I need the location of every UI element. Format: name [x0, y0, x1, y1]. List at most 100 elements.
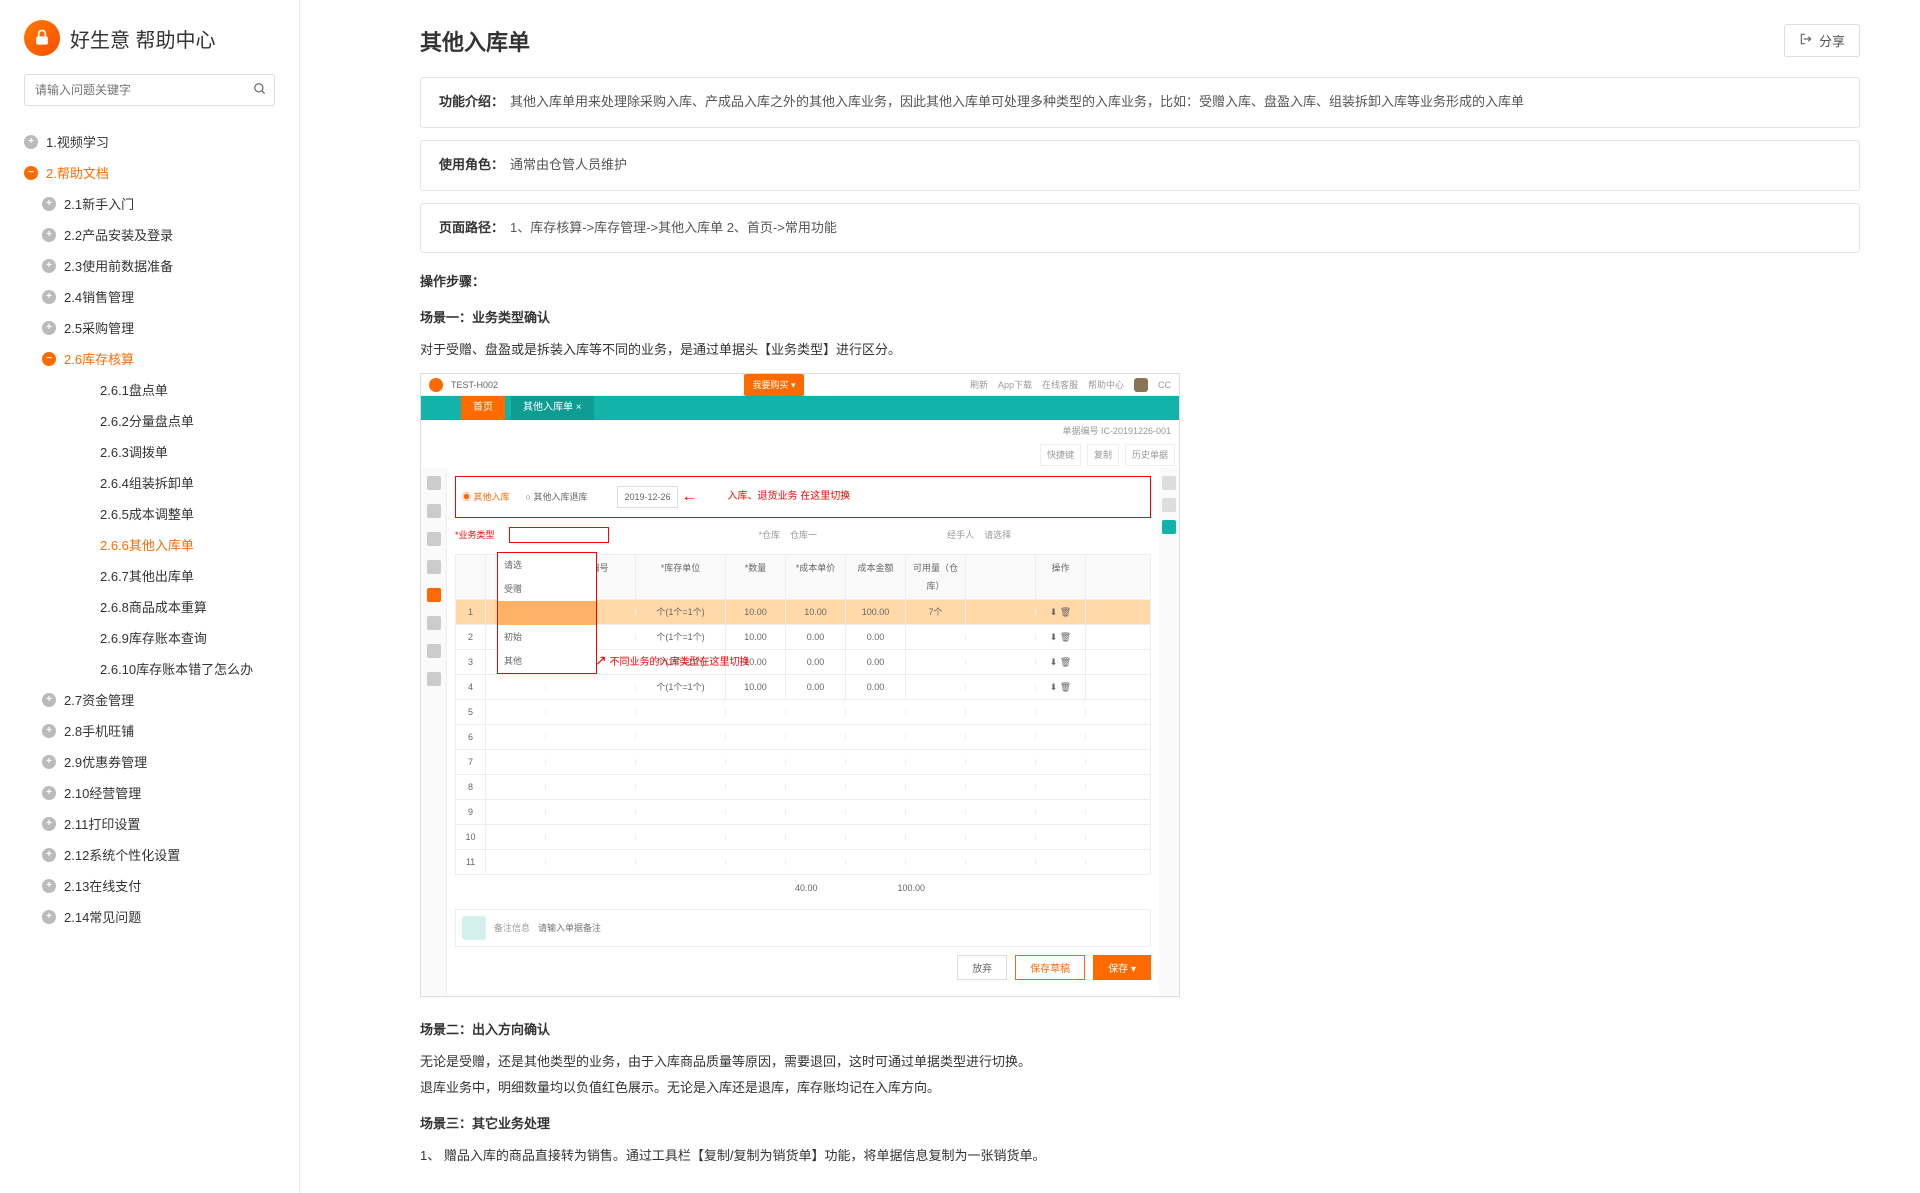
nav-item[interactable]: −2.帮助文档 [24, 157, 275, 188]
nav-item[interactable]: +2.4销售管理 [24, 281, 275, 312]
ss-td [546, 809, 636, 815]
nav-item[interactable]: +2.6.1盘点单 [24, 374, 275, 405]
brand-title: 好生意 帮助中心 [70, 24, 216, 53]
share-button[interactable]: 分享 [1784, 24, 1860, 57]
ss-td: 7个 [906, 600, 966, 624]
nav-item[interactable]: +2.9优惠券管理 [24, 746, 275, 777]
nav-item-label: 1.视频学习 [46, 132, 109, 151]
nav-item-label: 2.6.2分量盘点单 [100, 411, 194, 430]
ss-td [486, 759, 546, 765]
ss-td [846, 809, 906, 815]
nav-item[interactable]: +2.7资金管理 [24, 684, 275, 715]
nav-item[interactable]: +2.13在线支付 [24, 870, 275, 901]
nav-item-label: 2.6库存核算 [64, 349, 134, 368]
ss-tool: 快捷键 [1040, 444, 1081, 466]
nav-item[interactable]: −2.6库存核算 [24, 343, 275, 374]
plus-icon: + [42, 693, 56, 707]
nav-item[interactable]: +2.6.9库存账本查询 [24, 622, 275, 653]
ss-td [546, 734, 636, 740]
nav-item[interactable]: +2.8手机旺铺 [24, 715, 275, 746]
ss-td: 7 [456, 750, 486, 774]
ss-th: *库存单位 [636, 555, 726, 599]
ss-td: ⬇ 🗑 [1036, 600, 1086, 624]
ss-biztype-label: *业务类型 [455, 526, 495, 544]
ss-td: 3 [456, 650, 486, 674]
scenario2-text2: 退库业务中，明细数量均以负值红色展示。无论是入库还是退库，库存账均记在入库方向。 [420, 1075, 1860, 1101]
ss-td: 0.00 [846, 625, 906, 649]
ss-top-link: 在线客服 [1042, 376, 1078, 394]
ss-td [846, 834, 906, 840]
nav-item[interactable]: +2.6.10库存账本错了怎么办 [24, 653, 275, 684]
ss-td: ⬇ 🗑 [1036, 675, 1086, 699]
ss-rail-icon [427, 476, 441, 490]
ss-type-row: ◉ 其他入库 ○ 其他入库退库 2019-12-26 ← 入库、退货业务 在这里… [455, 476, 1151, 518]
nav-item[interactable]: +2.6.6其他入库单 [24, 529, 275, 560]
ss-td [486, 859, 546, 865]
app-screenshot: TEST-H002 我要购买 ▾ 刷新App下载在线客服帮助中心CC 首页 其他… [420, 373, 1180, 997]
ss-tab-doc: 其他入库单 × [511, 396, 594, 420]
nav-item[interactable]: +2.6.8商品成本重算 [24, 591, 275, 622]
nav-item[interactable]: +2.2产品安装及登录 [24, 219, 275, 250]
nav-item[interactable]: +2.5采购管理 [24, 312, 275, 343]
nav-item[interactable]: +2.6.5成本调整单 [24, 498, 275, 529]
ss-td [966, 634, 1036, 640]
ss-td [1036, 709, 1086, 715]
nav-item[interactable]: +2.10经营管理 [24, 777, 275, 808]
ss-handler-val: 请选择 [984, 526, 1011, 544]
nav-item[interactable]: +2.3使用前数据准备 [24, 250, 275, 281]
ss-td [726, 809, 786, 815]
ss-td [1036, 759, 1086, 765]
nav-item[interactable]: +2.11打印设置 [24, 808, 275, 839]
ss-biztype-select [509, 527, 609, 543]
ss-cancel-btn: 放弃 [957, 955, 1007, 980]
ss-td [726, 859, 786, 865]
nav-item[interactable]: +2.6.2分量盘点单 [24, 405, 275, 436]
nav-item[interactable]: +2.12系统个性化设置 [24, 839, 275, 870]
ss-rr-icon-active [1162, 520, 1176, 534]
nav-item[interactable]: +1.视频学习 [24, 126, 275, 157]
ss-td [786, 809, 846, 815]
plus-icon: + [42, 786, 56, 800]
ss-docno: 单据编号 IC-20191226-001 [421, 420, 1179, 442]
ss-td [636, 784, 726, 790]
ss-dd-option: 受赠 [498, 577, 596, 601]
nav-item-label: 2.3使用前数据准备 [64, 256, 173, 275]
ss-td [546, 709, 636, 715]
ss-tabbar: 首页 其他入库单 × [421, 396, 1179, 420]
ss-td [546, 759, 636, 765]
nav-item[interactable]: +2.6.4组装拆卸单 [24, 467, 275, 498]
nav-item[interactable]: +2.14常见问题 [24, 901, 275, 932]
ss-td [486, 809, 546, 815]
nav-item[interactable]: +2.6.7其他出库单 [24, 560, 275, 591]
plus-icon: + [42, 321, 56, 335]
intro-box: 功能介绍：其他入库单用来处理除采购入库、产成品入库之外的其他入库业务，因此其他入… [420, 77, 1860, 128]
nav-item-label: 2.6.5成本调整单 [100, 504, 194, 523]
plus-icon: + [42, 755, 56, 769]
ss-td [636, 809, 726, 815]
path-text: 1、库存核算->库存管理->其他入库单 2、首页->常用功能 [510, 220, 837, 235]
ss-warehouse-label: *仓库 [759, 526, 781, 544]
ss-td [906, 859, 966, 865]
ss-td [906, 734, 966, 740]
ss-table-wrap: 请选受赠 初始其他 明细编号*库存单位*数量*成本单价成本金额可用量（仓库）操作… [455, 554, 1151, 875]
ss-memo-input [538, 923, 1144, 933]
ss-td [786, 859, 846, 865]
share-label: 分享 [1819, 31, 1845, 50]
ss-rail-icon [427, 560, 441, 574]
ss-total-qty: 40.00 [795, 879, 818, 897]
ss-right-rail [1159, 468, 1179, 996]
ss-dd-option: 初始 [498, 625, 596, 649]
ss-rail-icon-active [427, 588, 441, 602]
ss-td [966, 659, 1036, 665]
search-input[interactable] [24, 74, 275, 106]
search-icon[interactable] [253, 82, 267, 99]
nav-item-label: 2.6.8商品成本重算 [100, 597, 207, 616]
ss-td [966, 809, 1036, 815]
ss-td [846, 734, 906, 740]
scenario1-heading: 场景一：业务类型确认 [420, 305, 1860, 331]
nav-item[interactable]: +2.6.3调拨单 [24, 436, 275, 467]
ss-td [786, 734, 846, 740]
ss-annotation-1: 入库、退货业务 在这里切换 [728, 487, 851, 507]
nav-item-label: 2.13在线支付 [64, 876, 141, 895]
nav-item[interactable]: +2.1新手入门 [24, 188, 275, 219]
